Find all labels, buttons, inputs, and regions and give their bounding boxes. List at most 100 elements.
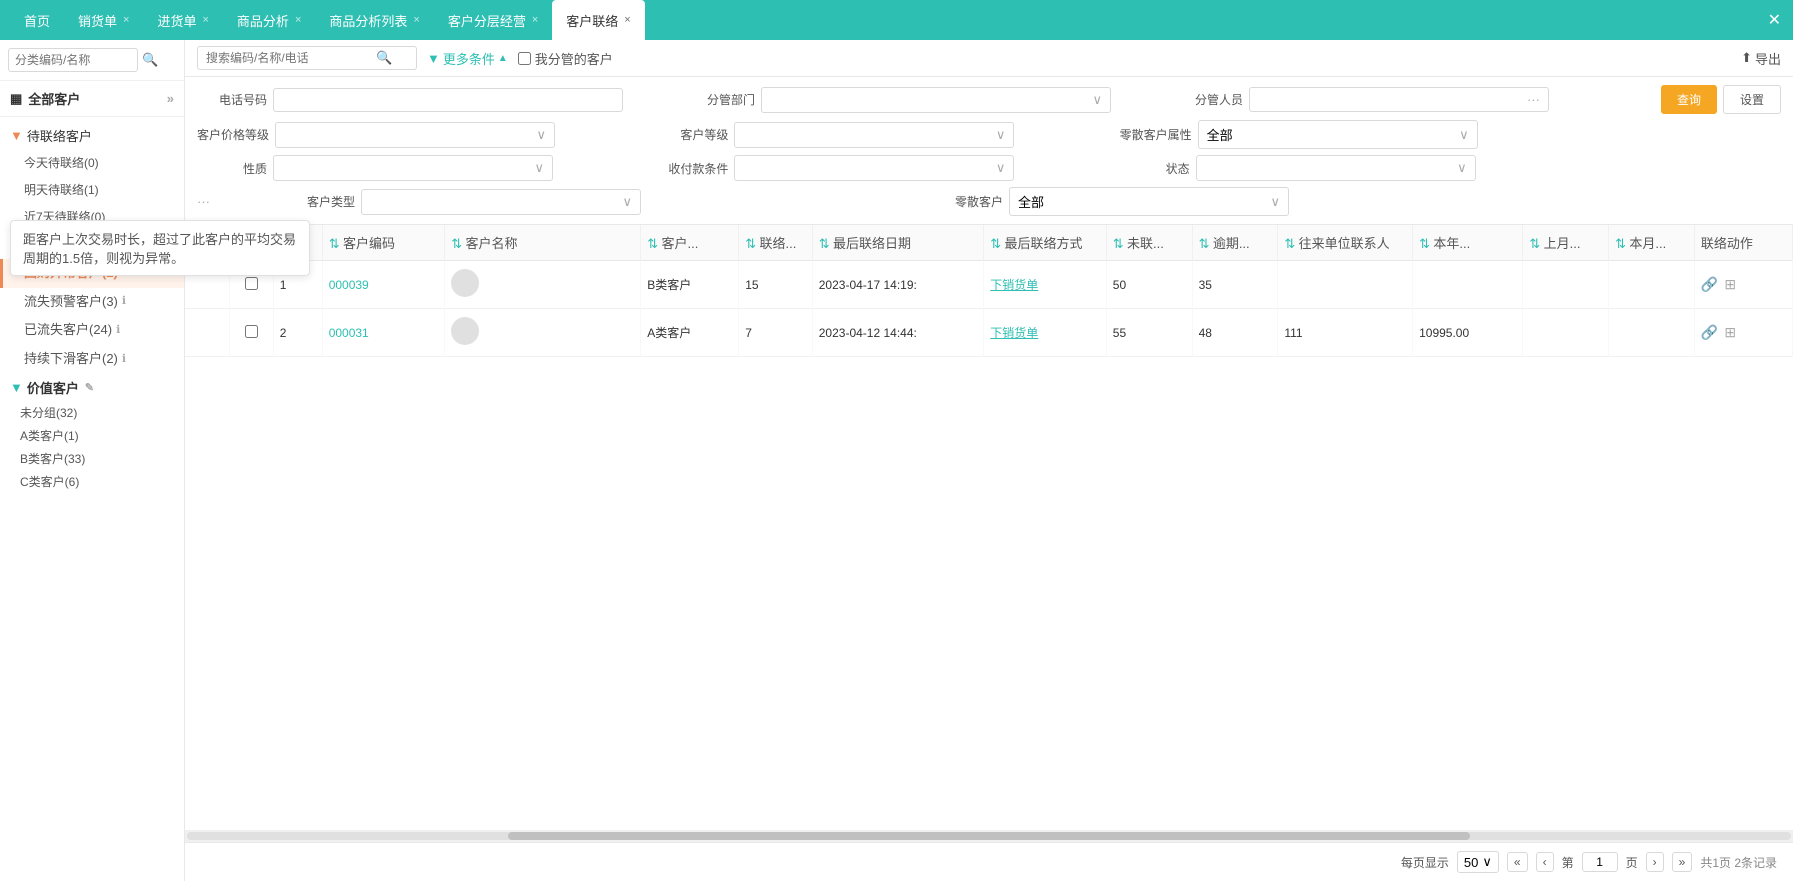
- filter-btns: 查询 设置: [1661, 85, 1781, 114]
- filter-retail-attr-select[interactable]: 全部 ∨: [1198, 120, 1478, 149]
- more-conditions-btn[interactable]: ▼ 更多条件 ▲: [427, 49, 508, 68]
- per-page-select[interactable]: 50 ∨: [1457, 851, 1499, 873]
- col-contact-count[interactable]: ⇅ 联络...: [739, 225, 813, 261]
- close-tab-customer-contact[interactable]: ×: [624, 14, 630, 26]
- chevron-down-ctype: ∨: [622, 194, 632, 210]
- window-close-btn[interactable]: ✕: [1768, 10, 1781, 30]
- filter-dept-select[interactable]: ∨: [761, 87, 1111, 113]
- close-tab-sales[interactable]: ×: [123, 14, 129, 26]
- row-checkbox-2[interactable]: [245, 325, 258, 338]
- sidebar-search-icon[interactable]: 🔍: [142, 52, 158, 68]
- sidebar-item-declining[interactable]: 持续下滑客户(2) ℹ: [0, 345, 184, 374]
- more-action-icon-r1[interactable]: ⊞: [1724, 276, 1736, 293]
- filter-retail-customer: 零散客户 全部 ∨: [933, 187, 1573, 216]
- search-box[interactable]: 🔍: [197, 46, 417, 70]
- sidebar-item-churn-warning[interactable]: 流失预警客户(3) ℹ: [0, 288, 184, 317]
- first-page-btn[interactable]: «: [1507, 852, 1528, 872]
- filter-customer-level-select[interactable]: ∨: [734, 122, 1014, 148]
- sidebar-item-churned[interactable]: 已流失客户(24) ℹ: [0, 316, 184, 345]
- table-row: 2 000031 A类客户 7 2023-04-12 14:44: 下销货单 5…: [185, 309, 1793, 357]
- edit-icon-value[interactable]: ✎: [85, 381, 94, 394]
- filter-phone-input[interactable]: [273, 88, 623, 112]
- tab-purchase[interactable]: 进货单 ×: [143, 0, 222, 40]
- table-row: 1 000039 B类客户 15 2023-04-17 14:19: 下销货单 …: [185, 261, 1793, 309]
- sidebar-item-class-c[interactable]: C类客户(6): [0, 470, 184, 493]
- export-icon: ⬆: [1741, 50, 1752, 66]
- sidebar-collapse-btn[interactable]: »: [167, 91, 174, 106]
- cell-method-r1[interactable]: 下销货单: [984, 261, 1107, 309]
- filter-price-level-select[interactable]: ∨: [275, 122, 555, 148]
- tab-customer-layer[interactable]: 客户分层经营 ×: [434, 0, 552, 40]
- sidebar-search-input[interactable]: [8, 48, 138, 72]
- sidebar-item-ungroup[interactable]: 未分组(32): [0, 401, 184, 424]
- filter-payment-select[interactable]: ∨: [734, 155, 1014, 181]
- contact-icon-r2[interactable]: 🔗: [1701, 324, 1718, 341]
- sidebar-item-class-b[interactable]: B类客户(33): [0, 447, 184, 470]
- prev-page-btn[interactable]: ‹: [1536, 852, 1554, 872]
- filter-customer-type-select[interactable]: ∨: [361, 189, 641, 215]
- sort-icon-over: ⇅: [1199, 236, 1210, 251]
- cell-method-r2[interactable]: 下销货单: [984, 309, 1107, 357]
- col-this-month[interactable]: ⇅ 本月...: [1609, 225, 1695, 261]
- sidebar-value-group[interactable]: ▼ 价值客户 ✎: [0, 374, 184, 401]
- col-last-date[interactable]: ⇅ 最后联络日期: [812, 225, 984, 261]
- horizontal-scrollbar[interactable]: [185, 830, 1793, 842]
- filter-price-level: 客户价格等级 ∨: [197, 122, 650, 148]
- filter-nature-select[interactable]: ∨: [273, 155, 553, 181]
- arrow-icon: ▼: [10, 128, 23, 143]
- next-page-btn[interactable]: ›: [1646, 852, 1664, 872]
- close-tab-goods-list[interactable]: ×: [413, 14, 419, 26]
- cell-cat-r2: A类客户: [641, 309, 739, 357]
- col-overdue[interactable]: ⇅ 逾期...: [1192, 225, 1278, 261]
- row-checkbox-1[interactable]: [245, 277, 258, 290]
- main-search-input[interactable]: [206, 51, 376, 65]
- scroll-thumb[interactable]: [508, 832, 1470, 840]
- more-dots[interactable]: ···: [197, 194, 210, 209]
- cell-check-r2[interactable]: [229, 309, 273, 357]
- col-last-month[interactable]: ⇅ 上月...: [1523, 225, 1609, 261]
- tab-goods-analysis[interactable]: 商品分析 ×: [223, 0, 315, 40]
- page-input[interactable]: [1582, 852, 1618, 872]
- last-page-btn[interactable]: »: [1672, 852, 1693, 872]
- my-customers-checkbox[interactable]: [518, 52, 531, 65]
- sidebar-item-class-a[interactable]: A类客户(1): [0, 424, 184, 447]
- export-btn[interactable]: ⬆ 导出: [1741, 49, 1781, 68]
- sidebar-wait-group[interactable]: ▼ 待联络客户: [0, 121, 184, 150]
- my-customers-checkbox-label[interactable]: 我分管的客户: [518, 49, 613, 68]
- col-last-method[interactable]: ⇅ 最后联络方式: [984, 225, 1107, 261]
- filter-status-select[interactable]: ∨: [1196, 155, 1476, 181]
- close-tab-purchase[interactable]: ×: [202, 14, 208, 26]
- set-button[interactable]: 设置: [1723, 85, 1781, 114]
- close-tab-customer-layer[interactable]: ×: [532, 14, 538, 26]
- tab-customer-contact[interactable]: 客户联络 ×: [552, 0, 644, 40]
- tab-home[interactable]: 首页: [10, 0, 64, 40]
- chevron-down-nature: ∨: [534, 160, 544, 176]
- cell-contacts-r1: [1278, 261, 1413, 309]
- action-icons-r1: 🔗 ⊞: [1701, 276, 1786, 293]
- cell-date-r1: 2023-04-17 14:19:: [812, 261, 984, 309]
- filter-manager-select[interactable]: ···: [1249, 87, 1549, 112]
- sidebar-item-tomorrow[interactable]: 明天待联络(1): [0, 177, 184, 204]
- cell-code-r2[interactable]: 000031: [322, 309, 445, 357]
- contact-icon-r1[interactable]: 🔗: [1701, 276, 1718, 293]
- more-action-icon-r2[interactable]: ⊞: [1724, 324, 1736, 341]
- search-icon-main[interactable]: 🔍: [376, 50, 392, 66]
- filter-status: 状态 ∨: [1120, 155, 1573, 181]
- filter-retail-customer-select[interactable]: 全部 ∨: [1009, 187, 1289, 216]
- cell-code-r1[interactable]: 000039: [322, 261, 445, 309]
- col-uncontacted[interactable]: ⇅ 未联...: [1106, 225, 1192, 261]
- tab-goods-list[interactable]: 商品分析列表 ×: [315, 0, 433, 40]
- col-category[interactable]: ⇅ 客户...: [641, 225, 739, 261]
- col-year-amount[interactable]: ⇅ 本年...: [1413, 225, 1523, 261]
- col-code[interactable]: ⇅ 客户编码: [322, 225, 445, 261]
- sidebar-all-customers-title[interactable]: ▦ 全部客户 »: [0, 81, 184, 117]
- chevron-down-payment: ∨: [996, 160, 1006, 176]
- chevron-up-icon: ▲: [498, 53, 508, 64]
- col-contacts[interactable]: ⇅ 往来单位联系人: [1278, 225, 1413, 261]
- close-tab-goods-analysis[interactable]: ×: [295, 14, 301, 26]
- tab-sales[interactable]: 销货单 ×: [64, 0, 143, 40]
- filter-nature: 性质 ∨: [197, 155, 650, 181]
- col-name[interactable]: ⇅ 客户名称: [445, 225, 641, 261]
- query-button[interactable]: 查询: [1661, 85, 1717, 114]
- sidebar-item-today[interactable]: 今天待联络(0): [0, 150, 184, 177]
